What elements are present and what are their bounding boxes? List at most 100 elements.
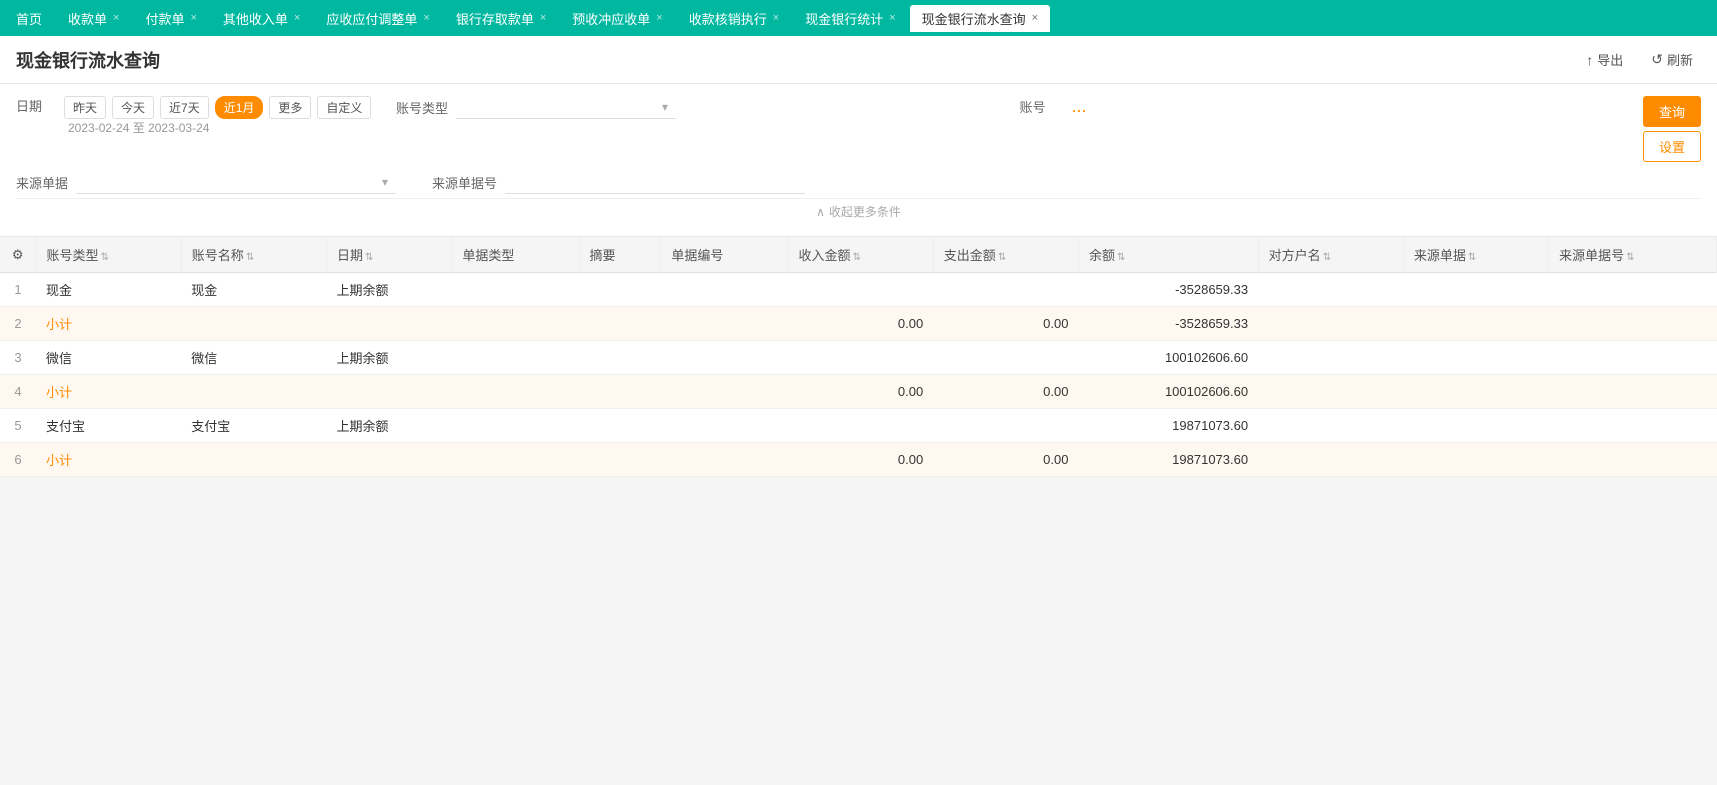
nav-tab-close-icon[interactable]: × — [889, 12, 895, 24]
date-option-更多[interactable]: 更多 — [269, 96, 311, 119]
collapse-arrow-icon: ∧ — [816, 205, 825, 219]
account-type-select[interactable]: ▾ — [456, 96, 676, 119]
refresh-button[interactable]: ↺ 刷新 — [1643, 46, 1701, 73]
sort-icon: ⇅ — [365, 252, 373, 263]
cell-source_doc_no — [1549, 375, 1717, 409]
export-button[interactable]: ↑ 导出 — [1578, 46, 1631, 73]
settings-button[interactable]: 设置 — [1643, 131, 1701, 162]
date-option-今天[interactable]: 今天 — [112, 96, 154, 119]
nav-tab-close-icon[interactable]: × — [1032, 12, 1038, 24]
gear-icon[interactable]: ⚙ — [12, 247, 24, 262]
account-no-ellipsis[interactable]: ... — [1068, 96, 1091, 117]
table-body: 1现金现金上期余额-3528659.332小计0.000.00-3528659.… — [0, 273, 1717, 477]
cell-counterpart — [1258, 341, 1403, 375]
collapse-button[interactable]: ∧ 收起更多条件 — [16, 198, 1701, 224]
nav-tab-label: 现金银行流水查询 — [922, 9, 1026, 28]
col-header-source_doc_no[interactable]: 来源单据号⇅ — [1549, 237, 1717, 273]
table-container: ⚙账号类型⇅账号名称⇅日期⇅单据类型摘要单据编号收入金额⇅支出金额⇅余额⇅对方户… — [0, 237, 1717, 477]
cell-doc_type — [452, 375, 579, 409]
sort-icon: ⇅ — [998, 252, 1006, 263]
nav-tabs-container: 收款单×付款单×其他收入单×应收应付调整单×银行存取款单×预收冲应收单×收款核销… — [56, 5, 1050, 32]
cell-counterpart — [1258, 375, 1403, 409]
table-row: 3微信微信上期余额100102606.60 — [0, 341, 1717, 375]
date-option-昨天[interactable]: 昨天 — [64, 96, 106, 119]
cell-doc_no — [661, 443, 788, 477]
nav-tab-close-icon[interactable]: × — [540, 12, 546, 24]
page-title: 现金银行流水查询 — [16, 47, 160, 73]
cell-date — [326, 307, 451, 341]
query-button[interactable]: 查询 — [1643, 96, 1701, 127]
nav-tab-close-icon[interactable]: × — [113, 12, 119, 24]
nav-tab-close-icon[interactable]: × — [294, 12, 300, 24]
col-header-expense[interactable]: 支出金额⇅ — [933, 237, 1078, 273]
date-option-自定义[interactable]: 自定义 — [317, 96, 371, 119]
cell-expense: 0.00 — [933, 375, 1078, 409]
cell-account_name — [181, 375, 326, 409]
col-header-gear: ⚙ — [0, 237, 36, 273]
cell-income: 0.00 — [788, 443, 933, 477]
nav-tab-其他收入单[interactable]: 其他收入单× — [211, 5, 312, 32]
col-header-doc_type: 单据类型 — [452, 237, 579, 273]
nav-tab-银行存取款单[interactable]: 银行存取款单× — [444, 5, 558, 32]
cell-source_doc — [1403, 341, 1548, 375]
nav-tab-close-icon[interactable]: × — [773, 12, 779, 24]
source-doc-no-input[interactable] — [505, 170, 805, 194]
nav-tab-close-icon[interactable]: × — [190, 12, 196, 24]
top-nav: 首页 收款单×付款单×其他收入单×应收应付调整单×银行存取款单×预收冲应收单×收… — [0, 0, 1717, 36]
cell-source_doc — [1403, 375, 1548, 409]
cell-date — [326, 375, 451, 409]
cell-income: 0.00 — [788, 307, 933, 341]
cell-doc_type — [452, 273, 579, 307]
cell-source_doc — [1403, 307, 1548, 341]
nav-tab-收款单[interactable]: 收款单× — [56, 5, 131, 32]
col-header-balance[interactable]: 余额⇅ — [1078, 237, 1258, 273]
date-block: 昨天今天近7天近1月更多自定义 2023-02-24 至 2023-03-24 — [64, 96, 371, 136]
nav-tab-应收应付调整单[interactable]: 应收应付调整单× — [314, 5, 441, 32]
cell-doc_type — [452, 443, 579, 477]
nav-tab-预收冲应收单[interactable]: 预收冲应收单× — [560, 5, 674, 32]
col-header-income[interactable]: 收入金额⇅ — [788, 237, 933, 273]
nav-tab-close-icon[interactable]: × — [423, 12, 429, 24]
nav-tab-close-icon[interactable]: × — [656, 12, 662, 24]
cell-idx: 3 — [0, 341, 36, 375]
col-header-summary: 摘要 — [579, 237, 661, 273]
cell-doc_no — [661, 375, 788, 409]
cell-doc_type — [452, 409, 579, 443]
cell-source_doc_no — [1549, 341, 1717, 375]
cell-balance: 100102606.60 — [1078, 375, 1258, 409]
nav-home[interactable]: 首页 — [4, 5, 54, 32]
cell-doc_no — [661, 273, 788, 307]
cell-account_name: 现金 — [181, 273, 326, 307]
nav-tab-收款核销执行[interactable]: 收款核销执行× — [677, 5, 791, 32]
cell-source_doc — [1403, 273, 1548, 307]
sort-icon: ⇅ — [246, 252, 254, 263]
cell-account_name: 支付宝 — [181, 409, 326, 443]
export-label: 导出 — [1597, 50, 1623, 69]
cell-balance: 100102606.60 — [1078, 341, 1258, 375]
col-header-counterpart[interactable]: 对方户名⇅ — [1258, 237, 1403, 273]
col-header-date[interactable]: 日期⇅ — [326, 237, 451, 273]
nav-tab-label: 付款单 — [145, 9, 184, 28]
col-header-account_name[interactable]: 账号名称⇅ — [181, 237, 326, 273]
col-header-account_type[interactable]: 账号类型⇅ — [36, 237, 181, 273]
data-table: ⚙账号类型⇅账号名称⇅日期⇅单据类型摘要单据编号收入金额⇅支出金额⇅余额⇅对方户… — [0, 237, 1717, 477]
nav-tab-现金银行统计[interactable]: 现金银行统计× — [793, 5, 907, 32]
sort-icon: ⇅ — [853, 252, 861, 263]
cell-date — [326, 443, 451, 477]
cell-summary — [579, 341, 661, 375]
account-type-label: 账号类型 — [396, 98, 448, 117]
date-option-近7天[interactable]: 近7天 — [160, 96, 209, 119]
date-option-近1月[interactable]: 近1月 — [215, 96, 264, 119]
cell-counterpart — [1258, 273, 1403, 307]
cell-idx: 5 — [0, 409, 36, 443]
cell-income — [788, 409, 933, 443]
cell-source_doc — [1403, 409, 1548, 443]
source-doc-select[interactable]: ▾ — [76, 171, 396, 194]
cell-income — [788, 273, 933, 307]
cell-account_name — [181, 443, 326, 477]
cell-balance: -3528659.33 — [1078, 307, 1258, 341]
nav-tab-付款单[interactable]: 付款单 × — [133, 5, 208, 32]
col-header-source_doc[interactable]: 来源单据⇅ — [1403, 237, 1548, 273]
nav-tab-现金银行流水查询[interactable]: 现金银行流水查询 × — [910, 5, 1050, 32]
cell-expense — [933, 273, 1078, 307]
